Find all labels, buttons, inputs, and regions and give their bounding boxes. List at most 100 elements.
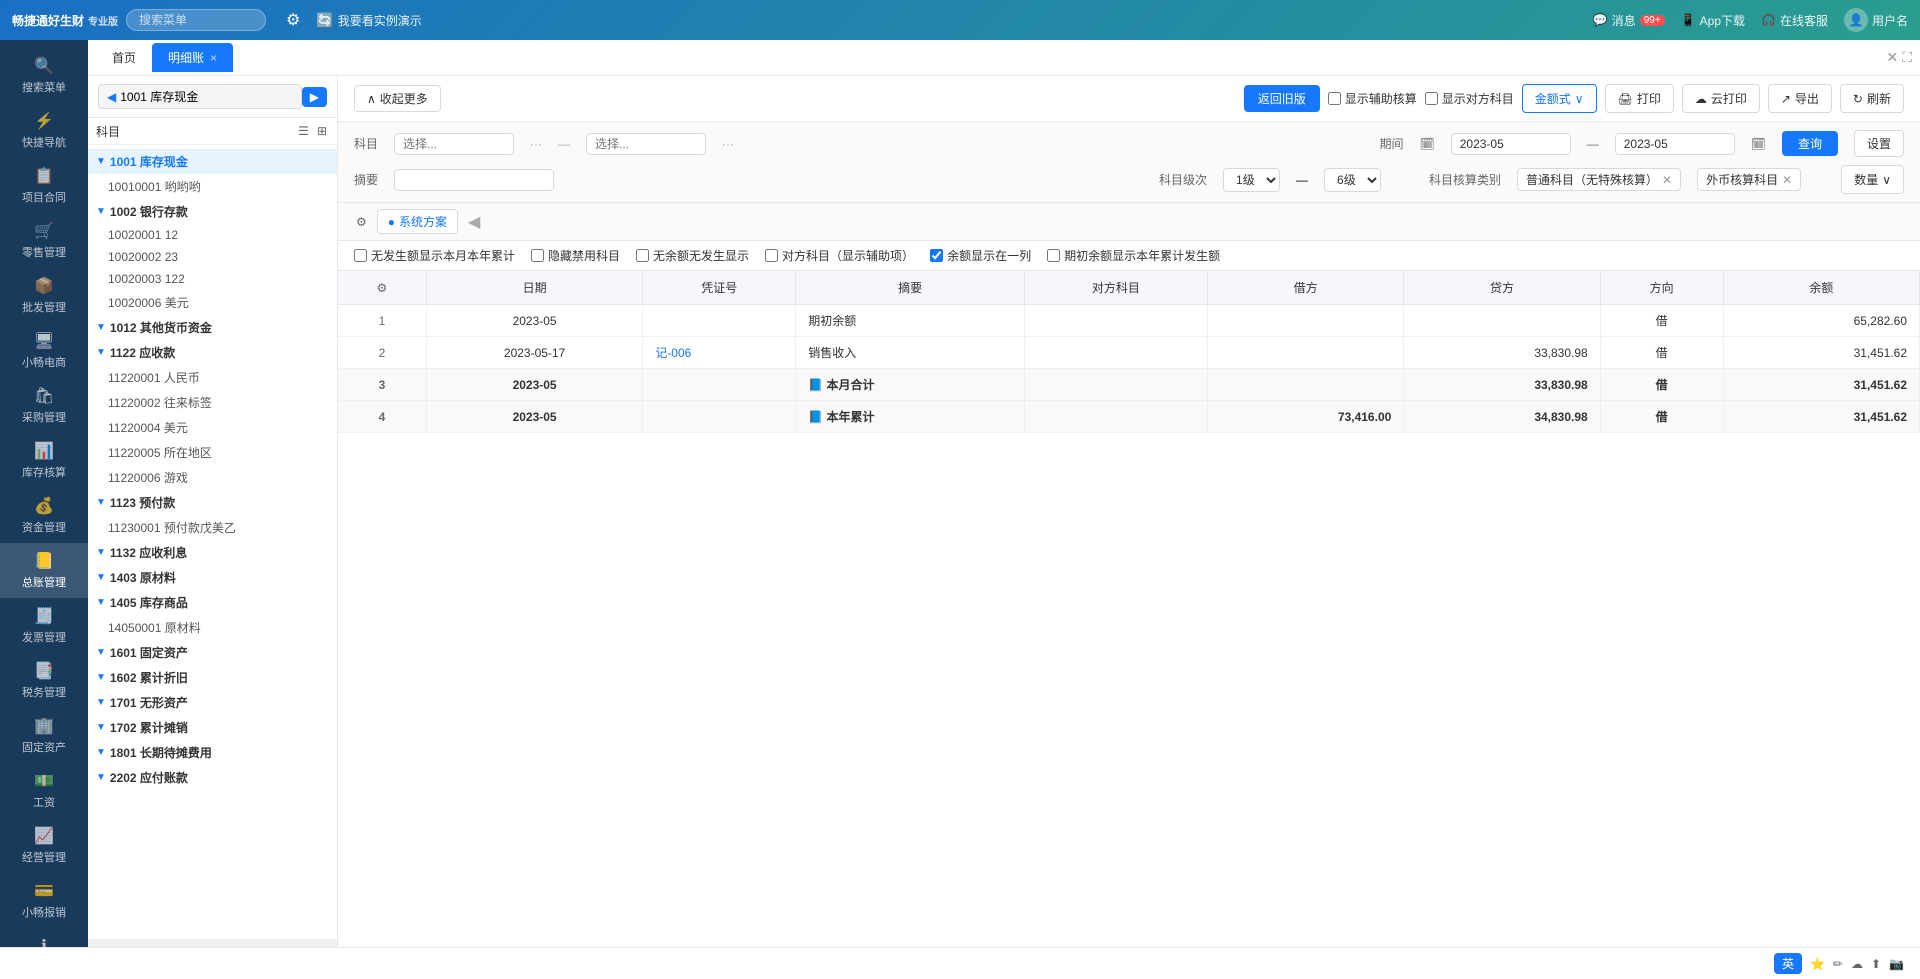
sidebar-item-business[interactable]: 📈 经营管理 <box>0 818 88 873</box>
tree-item[interactable]: ▼ 1123 预付款 <box>88 490 337 515</box>
message-btn[interactable]: 💬 消息 99+ <box>1593 12 1665 29</box>
calc-tag-1-close[interactable]: ✕ <box>1662 173 1672 187</box>
print-btn[interactable]: 🖨 打印 <box>1605 84 1674 113</box>
tree-item[interactable]: 11220001 人民币 <box>88 365 337 390</box>
tree-item[interactable]: ▼ 1012 其他货币资金 <box>88 315 337 340</box>
checkbox-item-1[interactable]: 隐藏禁用科目 <box>531 247 620 264</box>
summary-input[interactable] <box>394 169 554 191</box>
checkbox-item-4[interactable]: 余额显示在一列 <box>930 247 1031 264</box>
edit-icon[interactable]: ✏ <box>1833 957 1843 971</box>
sidebar-item-basic-info[interactable]: ℹ 基础信息 <box>0 928 88 947</box>
voucher-link[interactable]: 记-006 <box>655 346 691 360</box>
tree-item[interactable]: ▼ 1801 长期待摊费用 <box>88 740 337 765</box>
list-view-btn[interactable]: ☰ <box>296 122 311 140</box>
tree-item[interactable]: ▼ 1701 无形资产 <box>88 690 337 715</box>
tree-item[interactable]: ▼ 1002 银行存款 <box>88 199 337 224</box>
tree-item[interactable]: ▼ 1122 应收款 <box>88 340 337 365</box>
setup-btn[interactable]: 设置 <box>1854 130 1904 157</box>
return-old-btn[interactable]: 返回旧版 <box>1244 85 1320 112</box>
tree-item[interactable]: ▼ 1001 库存现金 <box>88 149 337 174</box>
settings-icon[interactable]: ⚙ <box>377 281 388 295</box>
sidebar-item-invoice[interactable]: 🧾 发票管理 <box>0 598 88 653</box>
tree-item[interactable]: 11220005 所在地区 <box>88 440 337 465</box>
settings-icon[interactable]: ⚙ <box>286 10 300 30</box>
user-avatar[interactable]: 👤 用户名 <box>1844 8 1908 32</box>
tree-item[interactable]: 10020003 122 <box>88 268 337 290</box>
scheme-settings-icon[interactable]: ⚙ <box>354 213 369 231</box>
tree-item[interactable]: 10020006 美元 <box>88 290 337 315</box>
tree-item[interactable]: ▼ 1702 累计摊销 <box>88 715 337 740</box>
checkbox-item-0[interactable]: 无发生额显示本月本年累计 <box>354 247 515 264</box>
query-btn[interactable]: 查询 <box>1782 131 1838 156</box>
window-close-icon[interactable]: ✕ <box>1886 49 1898 66</box>
sidebar-item-salary[interactable]: 💵 工资 <box>0 763 88 818</box>
horizontal-scrollbar[interactable] <box>88 939 337 947</box>
tree-item[interactable]: 11220002 往来标签 <box>88 390 337 415</box>
sidebar-item-fixed-assets[interactable]: 🏢 固定资产 <box>0 708 88 763</box>
quantity-btn[interactable]: 数量 ∨ <box>1841 165 1904 194</box>
search-input[interactable] <box>126 9 266 31</box>
online-service-btn[interactable]: 🎧 在线客服 <box>1761 12 1828 29</box>
refresh-btn[interactable]: ↻ 刷新 <box>1840 84 1904 113</box>
tab-close-btn[interactable]: × <box>210 51 217 65</box>
upload-icon[interactable]: ⬆ <box>1871 957 1881 971</box>
sidebar-item-finance[interactable]: 💰 资金管理 <box>0 488 88 543</box>
tree-item[interactable]: 11220006 游戏 <box>88 465 337 490</box>
sidebar-item-wholesale[interactable]: 📦 批发管理 <box>0 268 88 323</box>
tree-item[interactable]: ▼ 1602 累计折旧 <box>88 665 337 690</box>
sidebar-item-retail[interactable]: 🛒 零售管理 <box>0 213 88 268</box>
expand-button[interactable]: ▶ <box>302 87 327 107</box>
tree-expand-btn[interactable]: ⊞ <box>315 122 329 140</box>
lang-switch-btn[interactable]: 英 <box>1774 953 1802 974</box>
period-start-input[interactable] <box>1451 133 1571 155</box>
export-btn[interactable]: ↗ 导出 <box>1768 84 1832 113</box>
subject-filter-input[interactable] <box>394 133 514 155</box>
level-end-select[interactable]: 6级 <box>1324 168 1381 192</box>
account-selector[interactable]: ◀ 1001 库存现金 <box>98 84 302 109</box>
checkbox-item-5[interactable]: 期初余额显示本年累计发生额 <box>1047 247 1220 264</box>
tree-item[interactable]: 11230001 预付款戊美乙 <box>88 515 337 540</box>
checkbox-item-2[interactable]: 无余额无发生显示 <box>636 247 749 264</box>
sidebar-item-quick-nav[interactable]: ⚡ 快捷导航 <box>0 103 88 158</box>
tree-item[interactable]: 14050001 原材料 <box>88 615 337 640</box>
tab-ledger[interactable]: 明细账 × <box>152 43 233 72</box>
tree-item[interactable]: ▼ 1405 库存商品 <box>88 590 337 615</box>
period-end-input[interactable] <box>1615 133 1735 155</box>
calc-tag-2-close[interactable]: ✕ <box>1782 173 1792 187</box>
tree-item[interactable]: 10020001 12 <box>88 224 337 246</box>
app-download-btn[interactable]: 📱 App下载 <box>1681 12 1745 29</box>
window-expand-icon[interactable]: ⛶ <box>1902 49 1912 66</box>
star-icon[interactable]: ⭐ <box>1810 957 1825 971</box>
screenshot-icon[interactable]: 📷 <box>1889 957 1904 971</box>
sidebar-item-project[interactable]: 📋 项目合同 <box>0 158 88 213</box>
scheme-collapse-icon[interactable]: ◀ <box>466 210 482 234</box>
calc-tag-1[interactable]: 普通科目（无特殊核算） ✕ <box>1517 168 1681 191</box>
cloud-print-btn[interactable]: ☁ 云打印 <box>1682 84 1760 113</box>
show-opposite-check[interactable]: 显示对方科目 <box>1425 90 1514 107</box>
calc-tag-2[interactable]: 外币核算科目 ✕ <box>1697 168 1801 191</box>
sidebar-item-purchase[interactable]: 🛍 采购管理 <box>0 378 88 433</box>
tree-item[interactable]: ▼ 1132 应收利息 <box>88 540 337 565</box>
sidebar-item-search[interactable]: 🔍 搜索菜单 <box>0 48 88 103</box>
amount-format-btn[interactable]: 金额式 ∨ <box>1522 84 1597 113</box>
sidebar-item-ecommerce[interactable]: 🖥 小畅电商 <box>0 323 88 378</box>
show-aux-check[interactable]: 显示辅助核算 <box>1328 90 1417 107</box>
tree-item[interactable]: 10020002 23 <box>88 246 337 268</box>
demo-link[interactable]: 🔄 我要看实例演示 <box>316 12 421 29</box>
sidebar-item-inventory[interactable]: 📊 库存核算 <box>0 433 88 488</box>
tree-item[interactable]: ▼ 1403 原材料 <box>88 565 337 590</box>
cloud-sync-icon[interactable]: ☁ <box>1851 957 1863 971</box>
level-start-select[interactable]: 1级 <box>1223 168 1280 192</box>
scheme-btn[interactable]: ● 系统方案 <box>377 209 458 234</box>
sidebar-item-accounting[interactable]: 📒 总账管理 <box>0 543 88 598</box>
collapse-more-btn[interactable]: ∧ 收起更多 <box>354 85 441 112</box>
tree-item[interactable]: 11220004 美元 <box>88 415 337 440</box>
tree-item[interactable]: 10010001 哟哟哟 <box>88 174 337 199</box>
checkbox-item-3[interactable]: 对方科目（显示辅助项） <box>765 247 914 264</box>
sidebar-item-tax[interactable]: 📑 税务管理 <box>0 653 88 708</box>
sidebar-item-sales[interactable]: 💳 小畅报销 <box>0 873 88 928</box>
tree-item[interactable]: ▼ 1601 固定资产 <box>88 640 337 665</box>
tree-item[interactable]: ▼ 2202 应付账款 <box>88 765 337 790</box>
subject-filter-input-2[interactable] <box>586 133 706 155</box>
table-cell-2[interactable]: 记-006 <box>643 337 796 369</box>
